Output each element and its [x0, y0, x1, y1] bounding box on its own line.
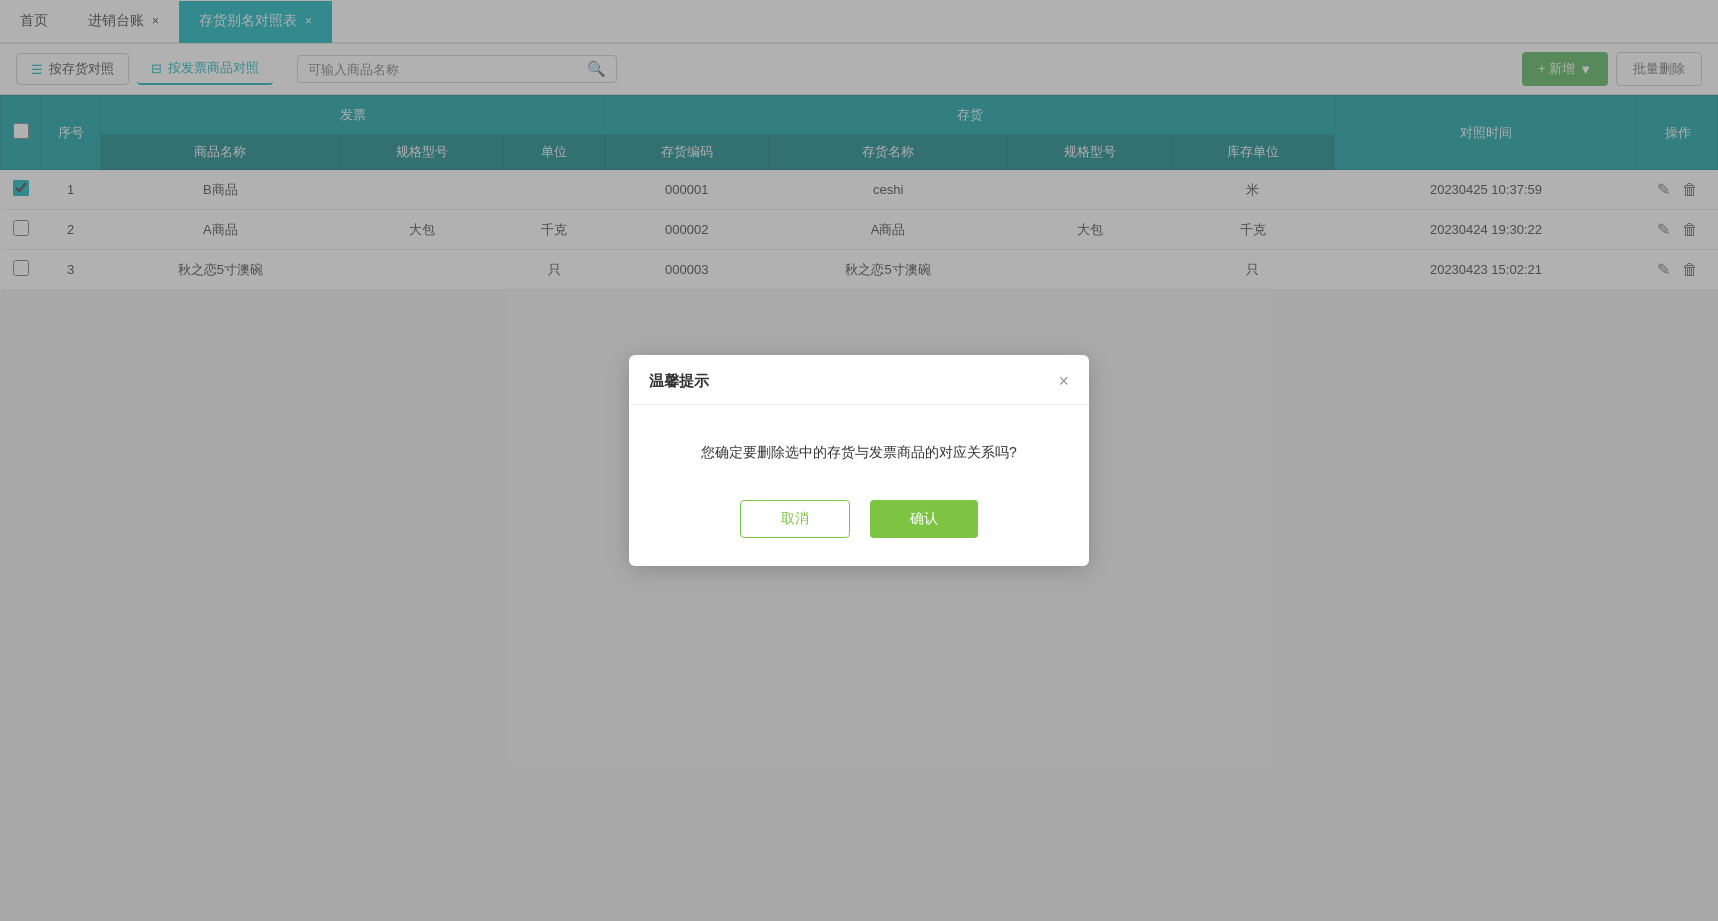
dialog-overlay: 温馨提示 × 您确定要删除选中的存货与发票商品的对应关系吗? 取消 确认 [0, 0, 1718, 290]
